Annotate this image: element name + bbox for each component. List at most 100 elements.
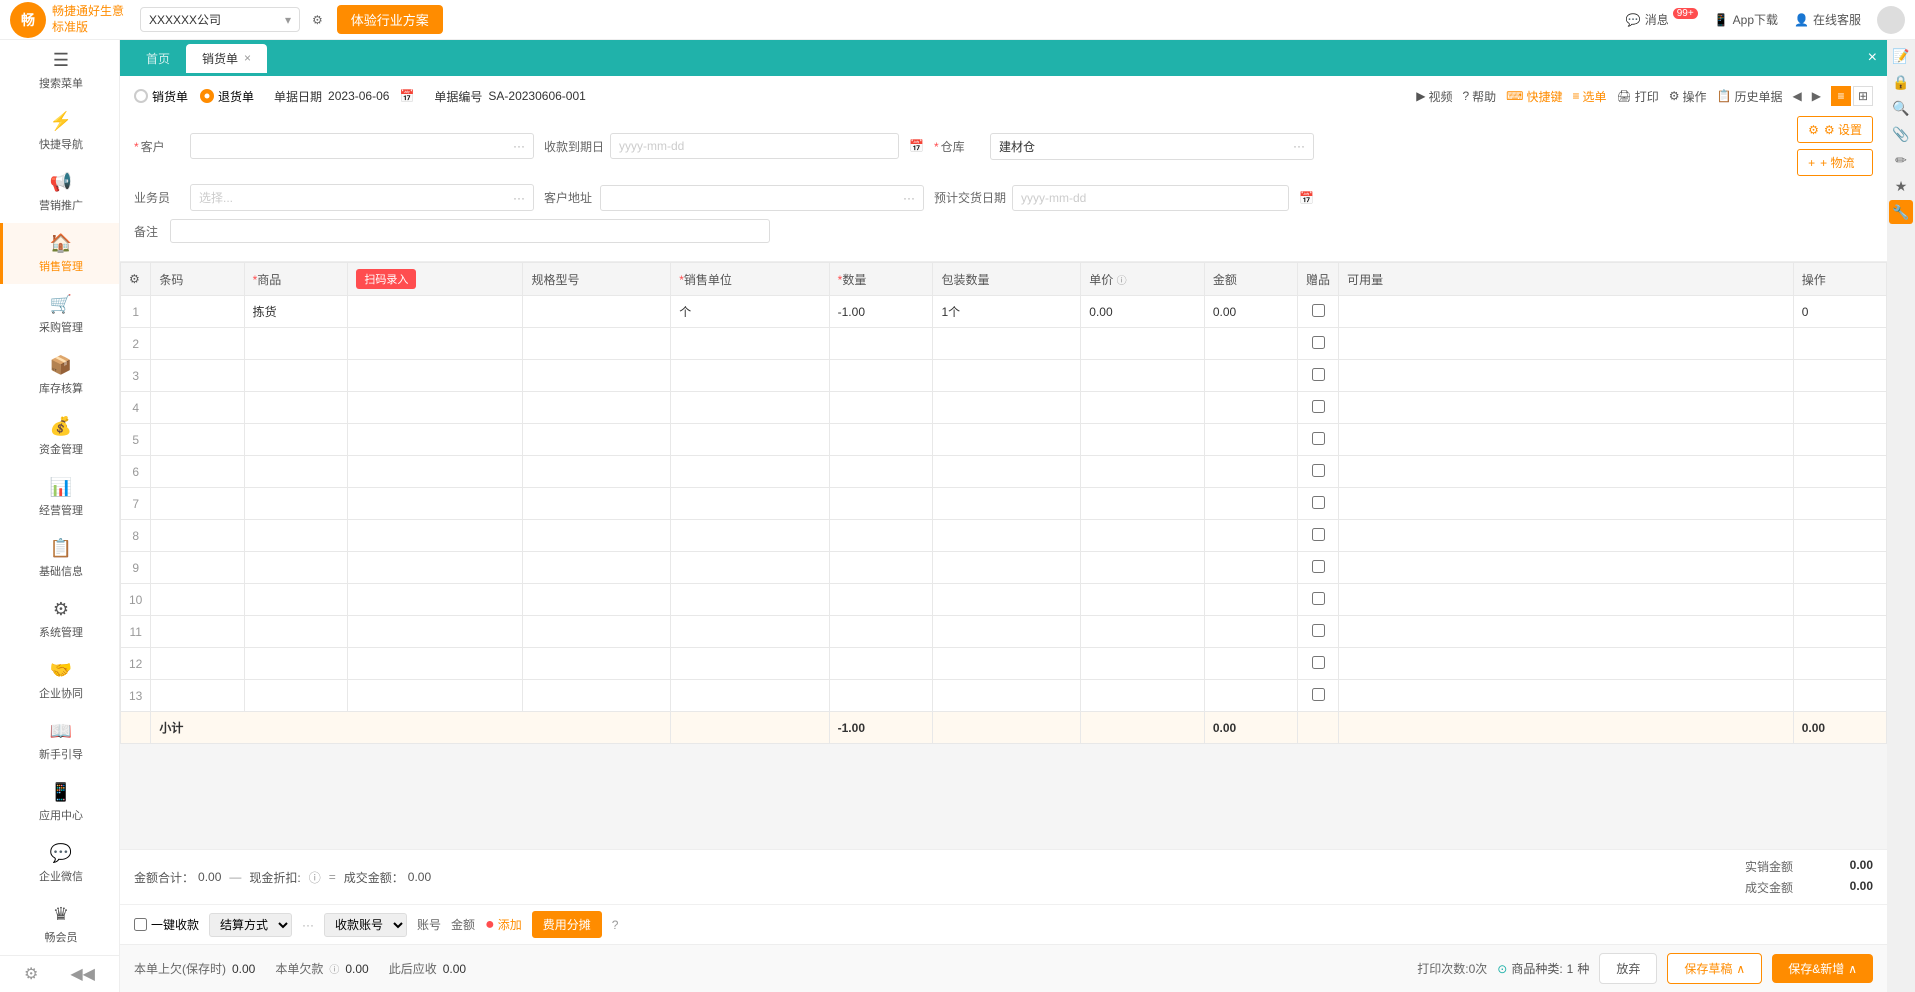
logistics-button[interactable]: + + 物流 — [1797, 149, 1873, 176]
table-row: 4 — [121, 392, 1887, 424]
sidebar-item-purchase[interactable]: 🛒 采购管理 — [0, 284, 119, 345]
right-tool-edit[interactable]: 📝 — [1889, 44, 1913, 68]
gift-checkbox[interactable] — [1312, 528, 1325, 541]
gift-checkbox[interactable] — [1312, 336, 1325, 349]
sidebar-item-apps[interactable]: 📱 应用中心 — [0, 772, 119, 833]
row-unit[interactable]: 个 — [671, 296, 829, 328]
tab-home[interactable]: 首页 — [130, 44, 186, 73]
row-gift[interactable] — [1298, 296, 1339, 328]
sidebar-item-guide[interactable]: 📖 新手引导 — [0, 711, 119, 772]
salesman-input[interactable]: 选择... ··· — [190, 184, 534, 211]
discount-info-icon: ⓘ — [309, 869, 321, 886]
delivery-date-input[interactable]: yyyy-mm-dd — [1012, 185, 1289, 211]
row-barcode[interactable] — [151, 296, 244, 328]
gift-checkbox[interactable] — [1312, 304, 1325, 317]
sidebar-item-search[interactable]: ☰ 搜索菜单 — [0, 40, 119, 101]
operate-action[interactable]: ⚙ 操作 — [1669, 88, 1707, 105]
avatar[interactable] — [1877, 6, 1905, 34]
prev-icon[interactable]: ◀ — [1793, 89, 1802, 103]
radio-return-order[interactable]: 退货单 — [200, 88, 254, 105]
doc-number: 单据编号 SA-20230606-001 — [434, 88, 585, 105]
shortcut-action[interactable]: ⌨ 快捷键 — [1506, 88, 1562, 105]
right-action-buttons: ⚙ ⚙ 设置 + + 物流 — [1797, 116, 1873, 176]
gift-checkbox[interactable] — [1312, 688, 1325, 701]
row-qty[interactable]: -1.00 — [829, 296, 933, 328]
sidebar-collapse-icon[interactable]: ◀◀ — [70, 964, 95, 984]
scan-button[interactable]: 扫码录入 — [356, 269, 416, 289]
sidebar-item-system[interactable]: ⚙ 系统管理 — [0, 589, 119, 650]
gift-checkbox[interactable] — [1312, 432, 1325, 445]
row-product[interactable]: 拣货 — [244, 296, 348, 328]
row-pkg-qty[interactable]: 1个 — [933, 296, 1081, 328]
video-action[interactable]: ▶ 视频 — [1416, 88, 1452, 105]
gift-checkbox[interactable] — [1312, 656, 1325, 669]
sidebar-item-basic[interactable]: 📋 基础信息 — [0, 528, 119, 589]
print-action[interactable]: 🖨 打印 — [1617, 88, 1659, 105]
wechat-icon: 💬 — [50, 843, 72, 864]
warehouse-input[interactable]: 建材仓 ··· — [990, 133, 1314, 160]
collection-calendar-icon[interactable]: 📅 — [909, 139, 924, 153]
table-container: ⚙ 条码 *商品 扫码录入 规格型号 *销售单位 — [120, 262, 1887, 744]
right-tool-lock[interactable]: 🔒 — [1889, 70, 1913, 94]
amount-total: 金额合计： 0.00 — [134, 869, 221, 886]
sidebar-item-wechat[interactable]: 💬 企业微信 — [0, 833, 119, 894]
app-download-button[interactable]: 📱 App下载 — [1714, 11, 1778, 28]
save-new-button[interactable]: 保存&新增 ∧ — [1772, 954, 1873, 983]
discard-button[interactable]: 放弃 — [1599, 953, 1657, 984]
customer-addr-input[interactable]: ··· — [600, 185, 924, 211]
online-service-button[interactable]: 👤 在线客服 — [1794, 11, 1861, 28]
help-icon: ? — [1462, 89, 1469, 103]
company-selector[interactable]: XXXXXX公司 ▾ — [140, 7, 300, 32]
right-tool-pencil[interactable]: ✏ — [1889, 148, 1913, 172]
setting-button[interactable]: ⚙ ⚙ 设置 — [1797, 116, 1873, 143]
sidebar-item-operations[interactable]: 📊 经营管理 — [0, 467, 119, 528]
layout-grid-btn[interactable]: ⊞ — [1853, 86, 1873, 106]
select-action[interactable]: ≡ 选单 — [1573, 88, 1607, 105]
delivery-date-label: 预计交货日期 — [934, 189, 1006, 206]
gift-checkbox[interactable] — [1312, 624, 1325, 637]
gift-checkbox[interactable] — [1312, 592, 1325, 605]
right-tool-search[interactable]: 🔍 — [1889, 96, 1913, 120]
radio-sale-order[interactable]: 销货单 — [134, 88, 188, 105]
tab-bar: 首页 销货单 × × — [120, 40, 1887, 76]
sidebar-settings-icon[interactable]: ⚙ — [24, 964, 38, 984]
product-type: ⊙ 商品种类: 1 种 — [1497, 960, 1589, 977]
tab-close-icon[interactable]: × — [244, 51, 251, 65]
gift-checkbox[interactable] — [1312, 464, 1325, 477]
next-icon[interactable]: ▶ — [1812, 89, 1821, 103]
note-field: 备注 — [134, 219, 770, 243]
message-button[interactable]: 💬 消息 99+ — [1626, 11, 1698, 28]
help-action[interactable]: ? 帮助 — [1462, 88, 1496, 105]
delivery-calendar-icon[interactable]: 📅 — [1299, 191, 1314, 205]
brand-logo: 畅 畅捷通好生意 标准版 — [10, 2, 130, 38]
right-tool-attach[interactable]: 📎 — [1889, 122, 1913, 146]
layout-list-btn[interactable]: ≡ — [1831, 86, 1851, 106]
collection-due-input[interactable]: yyyy-mm-dd — [610, 133, 899, 159]
gift-checkbox[interactable] — [1312, 400, 1325, 413]
right-tool-orange[interactable]: 🔧 — [1889, 200, 1913, 224]
row-unit-price[interactable]: 0.00 — [1081, 296, 1205, 328]
sidebar-item-finance[interactable]: 💰 资金管理 — [0, 406, 119, 467]
sidebar-item-inventory[interactable]: 📦 库存核算 — [0, 345, 119, 406]
gift-checkbox[interactable] — [1312, 560, 1325, 573]
sidebar-item-quick-nav[interactable]: ⚡ 快捷导航 — [0, 101, 119, 162]
window-close-icon[interactable]: × — [1868, 49, 1877, 67]
sidebar-item-enterprise[interactable]: 🤝 企业协同 — [0, 650, 119, 711]
row-amount[interactable]: 0.00 — [1204, 296, 1297, 328]
sidebar-item-marketing[interactable]: 📢 营销推广 — [0, 162, 119, 223]
right-tool-star[interactable]: ★ — [1889, 174, 1913, 198]
save-draft-button[interactable]: 保存草稿 ∧ — [1667, 953, 1762, 984]
row-spec[interactable] — [523, 296, 671, 328]
note-input[interactable] — [170, 219, 770, 243]
trial-button[interactable]: 体验行业方案 — [337, 5, 443, 34]
sidebar-item-sales[interactable]: 🏠 销售管理 — [0, 223, 119, 284]
gift-checkbox[interactable] — [1312, 496, 1325, 509]
unit-price-info-icon: ⓘ — [1117, 276, 1127, 287]
tab-sales-order[interactable]: 销货单 × — [186, 44, 267, 73]
customer-input[interactable]: ··· — [190, 133, 534, 159]
date-calendar-icon[interactable]: 📅 — [399, 89, 414, 103]
company-settings-icon[interactable]: ⚙ — [308, 9, 327, 31]
gift-checkbox[interactable] — [1312, 368, 1325, 381]
col-gear[interactable]: ⚙ — [121, 263, 151, 296]
history-action[interactable]: 📋 历史单据 — [1717, 88, 1783, 105]
